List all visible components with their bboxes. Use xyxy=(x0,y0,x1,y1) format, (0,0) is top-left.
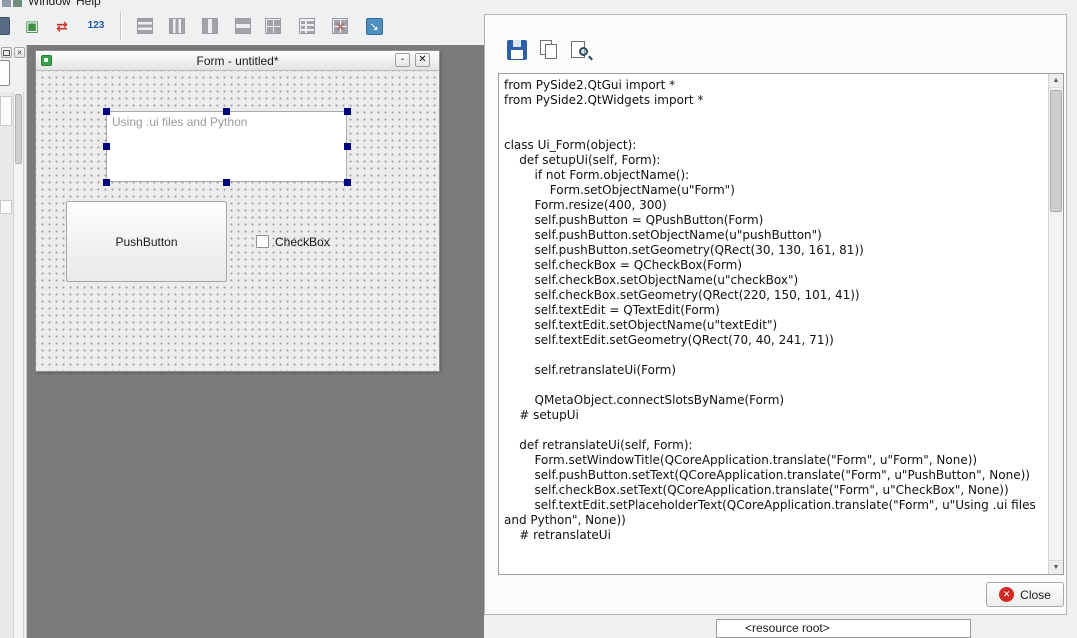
floppy-shutter xyxy=(513,40,521,47)
widget-filter-input[interactable] xyxy=(0,60,10,86)
selection-handle[interactable] xyxy=(103,108,110,115)
splitter-vertical-glyph xyxy=(235,18,251,34)
resource-browser-root-item[interactable]: <resource root> xyxy=(716,619,971,638)
floppy-label xyxy=(511,50,523,59)
form-window[interactable]: Form - untitled* Using .ui files and Pyt… xyxy=(35,50,440,372)
layout-grid-icon[interactable] xyxy=(261,14,285,38)
menubar: Window Help xyxy=(0,0,1077,8)
form-window-titlebar[interactable]: Form - untitled* xyxy=(36,51,439,71)
tab-order-glyph: 123 xyxy=(88,21,105,31)
save-icon[interactable] xyxy=(506,38,530,62)
widget-box-item-stub[interactable] xyxy=(0,200,12,214)
checkbox-indicator[interactable] xyxy=(256,235,269,248)
menu-help[interactable]: Help xyxy=(76,0,101,8)
selection-handle[interactable] xyxy=(344,108,351,115)
adjust-size-icon[interactable]: ↘ xyxy=(362,14,386,38)
menubar-icon-stub xyxy=(13,0,22,7)
break-layout-glyph xyxy=(332,18,348,34)
widget-box-dock-sliver xyxy=(0,45,27,638)
scroll-down-icon[interactable] xyxy=(1049,560,1063,574)
textedit-placeholder: Using .ui files and Python xyxy=(112,115,247,129)
layout-vertical-icon[interactable] xyxy=(133,14,157,38)
layout-horizontal-icon[interactable] xyxy=(165,14,189,38)
magnifier-glyph xyxy=(579,47,588,56)
scroll-up-icon[interactable] xyxy=(1049,74,1063,88)
menu-window[interactable]: Window xyxy=(28,0,71,8)
splitter-horizontal-glyph xyxy=(202,18,218,34)
copy-page-front xyxy=(545,44,557,59)
checkbox-label: CheckBox xyxy=(275,235,330,249)
widget-box-scrollbar[interactable] xyxy=(13,92,24,638)
splitter-vertical-icon[interactable] xyxy=(231,14,255,38)
adjust-size-glyph: ↘ xyxy=(366,18,383,35)
form-window-title: Form - untitled* xyxy=(196,54,278,68)
signals-slots-glyph: ⇄ xyxy=(56,19,68,33)
layout-grid-glyph xyxy=(265,18,281,34)
textedit-widget[interactable]: Using .ui files and Python xyxy=(106,111,347,182)
minimize-icon[interactable] xyxy=(395,53,410,67)
view-code-dialog: from PySide2.QtGui import * from PySide2… xyxy=(484,14,1067,615)
code-scrollbar[interactable] xyxy=(1048,74,1063,574)
layout-form-glyph xyxy=(299,18,315,34)
selection-handle[interactable] xyxy=(344,179,351,186)
selection-handle[interactable] xyxy=(344,143,351,150)
selection-handle[interactable] xyxy=(103,143,110,150)
find-icon[interactable] xyxy=(569,38,593,62)
layout-form-icon[interactable] xyxy=(295,14,319,38)
pushbutton-label: PushButton xyxy=(115,235,177,249)
edit-signals-slots-icon[interactable]: ⇄ xyxy=(50,14,74,38)
toolbar-partial-icon xyxy=(0,17,10,35)
form-file-icon xyxy=(41,55,52,66)
widget-edit-glyph: ▣ xyxy=(25,19,39,34)
edit-widgets-icon[interactable]: ▣ xyxy=(20,14,44,38)
mdi-area: Form - untitled* Using .ui files and Pyt… xyxy=(27,45,484,638)
dock-close-button[interactable] xyxy=(14,47,25,58)
close-button-label: Close xyxy=(1020,588,1051,602)
menubar-icon-stub xyxy=(2,0,11,7)
widget-box-item-stub[interactable] xyxy=(0,96,12,126)
copy-icon[interactable] xyxy=(537,38,561,62)
widget-box-list[interactable] xyxy=(0,92,13,638)
splitter-horizontal-icon[interactable] xyxy=(198,14,222,38)
pushbutton-widget[interactable]: PushButton xyxy=(66,201,227,282)
close-circle-icon xyxy=(999,587,1014,602)
close-icon[interactable] xyxy=(415,53,430,67)
layout-vertical-glyph xyxy=(137,18,153,34)
layout-horizontal-glyph xyxy=(169,18,185,34)
edit-tab-order-icon[interactable]: 123 xyxy=(84,14,108,38)
dock-float-button[interactable] xyxy=(1,47,12,58)
selection-handle[interactable] xyxy=(103,179,110,186)
selection-handle[interactable] xyxy=(223,179,230,186)
widget-box-scrollbar-thumb[interactable] xyxy=(15,94,22,164)
dialog-close-button[interactable]: Close xyxy=(986,582,1064,607)
break-layout-icon[interactable] xyxy=(328,14,352,38)
resource-root-label: <resource root> xyxy=(745,621,830,635)
qt-designer-screen: Window Help ▣ ⇄ 123 ↘ xyxy=(0,0,1077,638)
form-canvas[interactable]: Using .ui files and Python PushButton Ch… xyxy=(36,71,439,371)
checkbox-widget[interactable]: CheckBox xyxy=(256,221,357,262)
code-view[interactable]: from PySide2.QtGui import * from PySide2… xyxy=(498,73,1064,575)
code-scrollbar-thumb[interactable] xyxy=(1050,90,1062,212)
generated-python-code[interactable]: from PySide2.QtGui import * from PySide2… xyxy=(499,74,1047,574)
selection-handle[interactable] xyxy=(223,108,230,115)
toolbar-separator xyxy=(120,12,122,40)
edit-widgets-partial-icon[interactable] xyxy=(0,14,14,38)
